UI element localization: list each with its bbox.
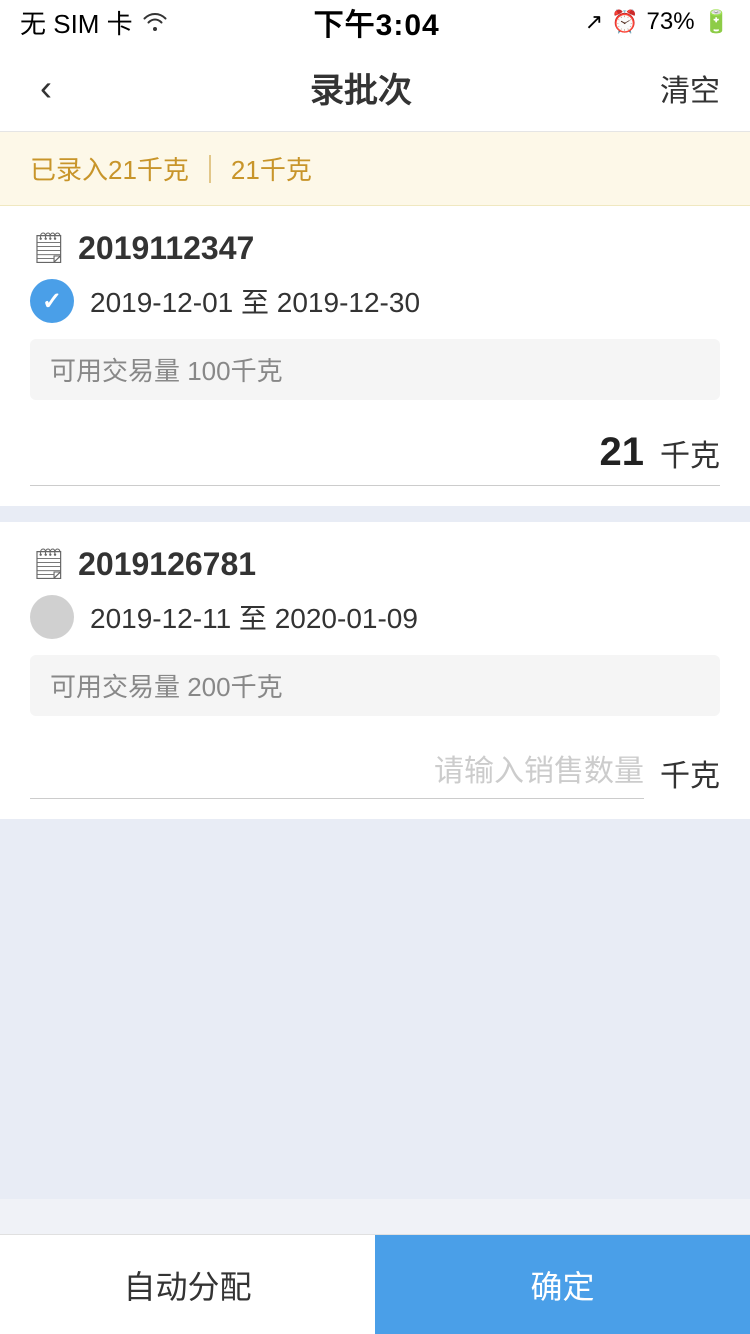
batch-2-input-unit: 千克 bbox=[660, 751, 720, 795]
battery-text: 73% bbox=[647, 8, 695, 36]
batch-item-1: 🗒 2019112347 ✓ 2019-12-01 至 2019-12-30 可… bbox=[0, 206, 750, 400]
batch-1-amount-wrapper: 21 千克 bbox=[0, 420, 750, 506]
alarm-icon: ⏰ bbox=[611, 9, 638, 35]
batch-2-input-placeholder[interactable]: 请输入销售数量 bbox=[30, 746, 644, 799]
batch-2-id: 2019126781 bbox=[78, 546, 256, 583]
main-content: 已录入21千克 21千克 🗒 2019112347 ✓ 2019-12-01 至… bbox=[0, 132, 750, 1299]
batch-1-amount-value[interactable]: 21 bbox=[600, 430, 645, 475]
batch-1-id: 2019112347 bbox=[78, 230, 254, 267]
nav-bar: ‹ 录批次 清空 bbox=[0, 44, 750, 132]
location-icon: ↗ bbox=[585, 9, 603, 35]
status-left: 无 SIM 卡 bbox=[20, 4, 169, 41]
batch-item-2: 🗒 2019126781 2019-12-11 至 2020-01-09 可用交… bbox=[0, 522, 750, 716]
section-divider bbox=[0, 506, 750, 522]
batch-2-radio[interactable] bbox=[30, 595, 74, 639]
info-banner: 已录入21千克 21千克 bbox=[0, 132, 750, 206]
info-banner-value: 21千克 bbox=[231, 150, 312, 187]
batch-1-date: 2019-12-01 至 2019-12-30 bbox=[90, 281, 420, 321]
wifi-icon bbox=[141, 7, 169, 38]
bottom-bar: 自动分配 确定 bbox=[0, 1234, 750, 1334]
info-banner-divider bbox=[209, 155, 211, 183]
batch-2-date: 2019-12-11 至 2020-01-09 bbox=[90, 597, 418, 637]
batch-card-2: 🗒 2019126781 2019-12-11 至 2020-01-09 可用交… bbox=[0, 522, 750, 819]
batch-1-amount-row: 21 千克 bbox=[30, 430, 720, 486]
batch-2-quantity: 可用交易量 200千克 bbox=[30, 655, 720, 716]
batch-card-1: 🗒 2019112347 ✓ 2019-12-01 至 2019-12-30 可… bbox=[0, 206, 750, 506]
no-sim-text: 无 SIM 卡 bbox=[20, 4, 133, 41]
status-right: ↗ ⏰ 73% 🔋 bbox=[585, 8, 730, 36]
batch-1-header: 🗒 2019112347 bbox=[30, 230, 720, 267]
batch-1-amount-unit: 千克 bbox=[660, 431, 720, 475]
batch-2-input-row: 请输入销售数量 千克 bbox=[0, 736, 750, 819]
batch-2-header: 🗒 2019126781 bbox=[30, 546, 720, 583]
confirm-button[interactable]: 确定 bbox=[375, 1235, 750, 1334]
status-bar: 无 SIM 卡 下午3:04 ↗ ⏰ 73% 🔋 bbox=[0, 0, 750, 44]
batch-2-id-icon: 🗒 bbox=[30, 547, 68, 582]
nav-title: 录批次 bbox=[310, 63, 412, 112]
auto-distribute-button[interactable]: 自动分配 bbox=[0, 1235, 375, 1334]
batch-1-id-icon: 🗒 bbox=[30, 231, 68, 266]
status-time: 下午3:04 bbox=[314, 0, 440, 44]
info-banner-label: 已录入21千克 bbox=[30, 150, 189, 187]
batch-2-date-row[interactable]: 2019-12-11 至 2020-01-09 bbox=[30, 595, 720, 639]
batch-1-radio[interactable]: ✓ bbox=[30, 279, 74, 323]
battery-icon: 🔋 bbox=[703, 9, 730, 35]
batch-1-quantity: 可用交易量 100千克 bbox=[30, 339, 720, 400]
empty-area bbox=[0, 819, 750, 1199]
batch-1-check-icon: ✓ bbox=[42, 287, 62, 316]
back-button[interactable]: ‹ bbox=[30, 57, 62, 119]
clear-button[interactable]: 清空 bbox=[660, 66, 720, 110]
batch-1-date-row[interactable]: ✓ 2019-12-01 至 2019-12-30 bbox=[30, 279, 720, 323]
